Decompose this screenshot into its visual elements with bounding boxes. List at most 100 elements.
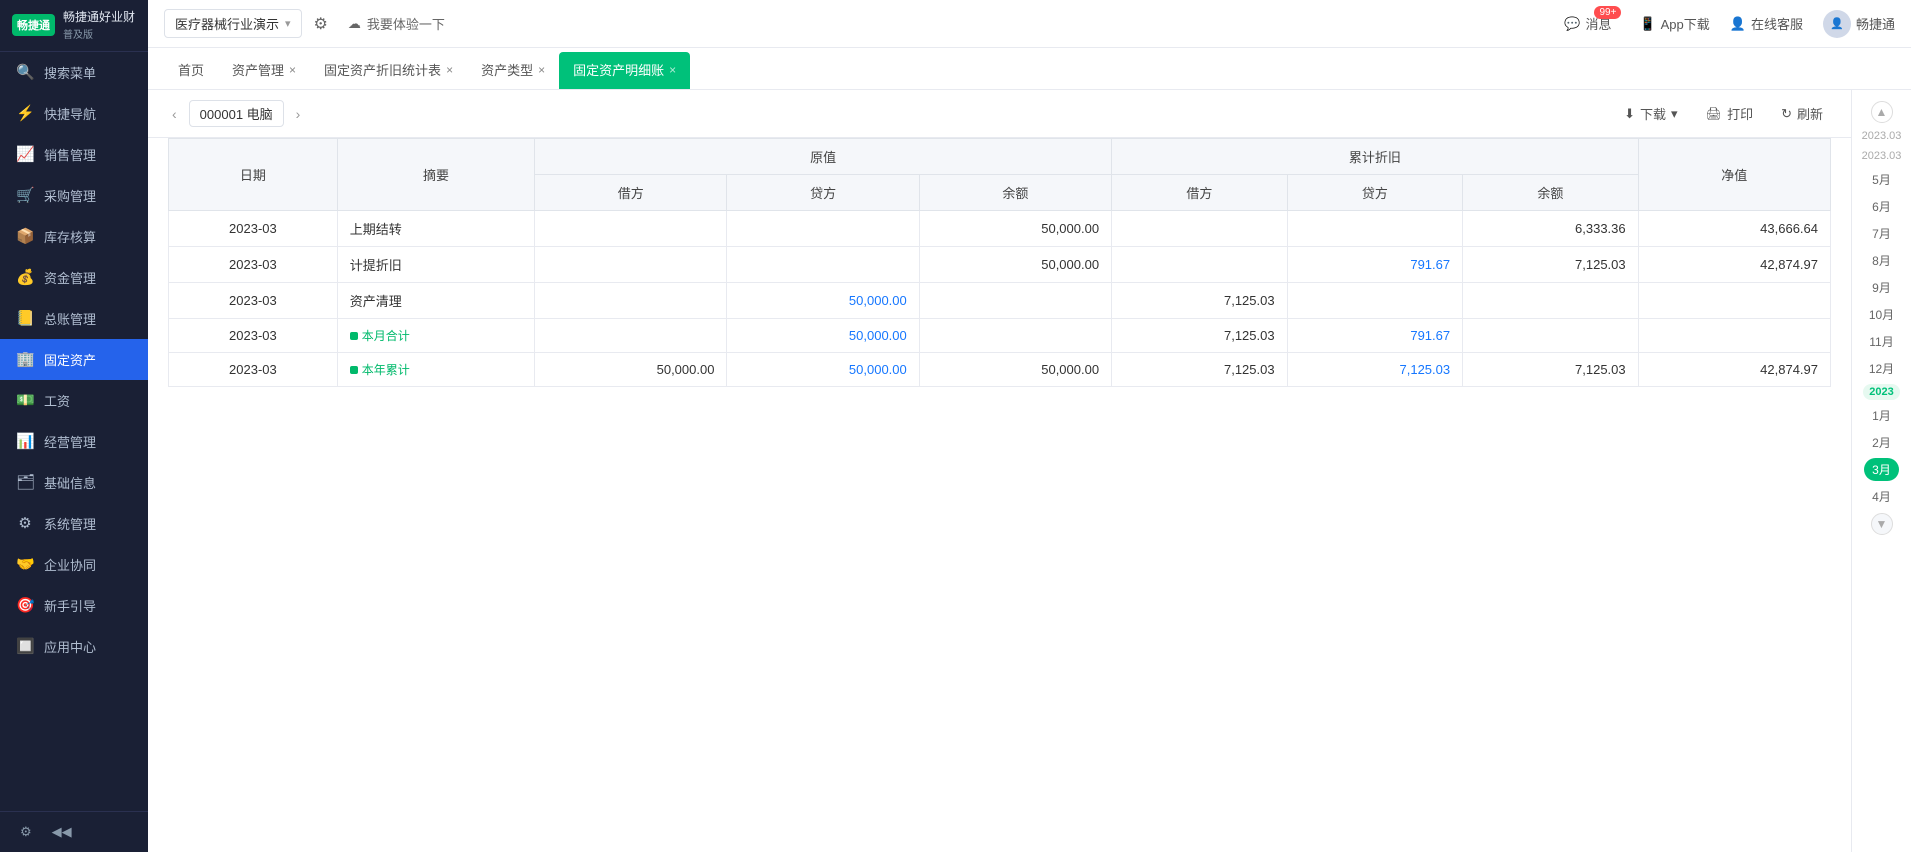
timeline-month-6月[interactable]: 6月 [1869, 193, 1894, 220]
timeline-month-5月[interactable]: 5月 [1869, 166, 1894, 193]
timeline-month-1月[interactable]: 1月 [1858, 402, 1905, 429]
sidebar-icon-fixed: 🏢 [16, 350, 34, 368]
cell-net-value: 43,666.64 [1638, 211, 1830, 247]
timeline-month-3月[interactable]: 3月 [1864, 458, 1899, 481]
sidebar-icon-apps: 🔲 [16, 637, 34, 655]
timeline-month-2月[interactable]: 2月 [1858, 429, 1905, 456]
sidebar-icon-search: 🔍 [16, 63, 34, 81]
table-container: 日期 摘要 原值 累计折旧 净值 借方 贷方 余额 借方 贷方 余额 [148, 138, 1851, 852]
sidebar-subtitle: 普及版 [63, 26, 135, 41]
cloud-icon: ☁ [348, 16, 361, 32]
settings-icon[interactable]: ⚙ [314, 14, 328, 34]
col-net-value: 净值 [1638, 139, 1830, 211]
tab-close-icon[interactable]: × [538, 63, 545, 77]
tab-label: 资产类型 [481, 60, 533, 79]
sidebar-label-inventory: 库存核算 [44, 227, 96, 246]
tab-固定资产折旧统计表[interactable]: 固定资产折旧统计表× [310, 52, 467, 89]
sidebar-item-purchase[interactable]: 🛒采购管理 [0, 175, 148, 216]
sidebar-icon-capital: 💰 [16, 268, 34, 286]
sidebar-item-sales[interactable]: 📈销售管理 [0, 134, 148, 175]
cell-ov-debit [535, 211, 727, 247]
timeline-month-12月[interactable]: 12月 [1869, 355, 1894, 382]
sidebar-item-fixed[interactable]: 🏢固定资产 [0, 339, 148, 380]
sidebar-item-basic[interactable]: 🗂基础信息 [0, 462, 148, 503]
tab-首页[interactable]: 首页 [164, 52, 218, 89]
tab-close-icon[interactable]: × [446, 63, 453, 77]
online-service-button[interactable]: 👤 在线客服 [1730, 14, 1803, 33]
sidebar-icon-guide: 🎯 [16, 596, 34, 614]
timeline-month-7月[interactable]: 7月 [1869, 220, 1894, 247]
sidebar-label-basic: 基础信息 [44, 473, 96, 492]
refresh-button[interactable]: ↻ 刷新 [1773, 100, 1831, 127]
cell-ad-credit [1287, 211, 1463, 247]
settings-icon[interactable]: ⚙ [12, 820, 40, 844]
user-profile[interactable]: 👤 畅捷通 [1823, 10, 1895, 38]
tab-固定资产明细账[interactable]: 固定资产明细账 × [559, 52, 690, 89]
app-download-button[interactable]: 📱 App下载 [1639, 14, 1709, 33]
tab-close-icon[interactable]: × [289, 63, 296, 77]
cell-ad-debit [1112, 211, 1288, 247]
timeline-month-11月[interactable]: 11月 [1869, 328, 1894, 355]
sidebar-item-payroll[interactable]: 💵工资 [0, 380, 148, 421]
service-icon: 👤 [1730, 16, 1746, 32]
cell-date: 2023-03 [169, 353, 338, 387]
timeline-month-10月[interactable]: 10月 [1869, 301, 1894, 328]
sidebar-header: 畅捷通 畅捷通好业财 普及版 [0, 0, 148, 52]
timeline-month-4月[interactable]: 4月 [1858, 483, 1905, 510]
timeline-month-8月[interactable]: 8月 [1869, 247, 1894, 274]
company-selector[interactable]: 医疗器械行业演示 ▾ [164, 9, 302, 38]
cell-ad-balance [1463, 283, 1639, 319]
sidebar-bottom: ⚙ ◀◀ [0, 811, 148, 852]
messages-badge: 99+ [1594, 6, 1621, 19]
cell-ov-debit [535, 247, 727, 283]
print-button[interactable]: 🖨 打印 [1698, 100, 1762, 127]
cell-ov-credit [727, 247, 919, 283]
cell-ad-balance [1463, 319, 1639, 353]
timeline-up-button[interactable]: ▲ [1871, 101, 1893, 123]
timeline-down-button[interactable]: ▼ [1871, 513, 1893, 535]
cell-ad-debit: 7,125.03 [1112, 353, 1288, 387]
sidebar-item-quicknav[interactable]: ⚡快捷导航 [0, 93, 148, 134]
cell-ov-credit: 50,000.00 [727, 319, 919, 353]
experience-button[interactable]: ☁ 我要体验一下 [340, 10, 453, 37]
collapse-icon[interactable]: ◀◀ [44, 820, 80, 844]
table-row: 2023-03资产清理50,000.007,125.03 [169, 283, 1831, 319]
experience-label: 我要体验一下 [367, 14, 445, 33]
next-asset-button[interactable]: › [292, 104, 305, 124]
sidebar-item-system[interactable]: ⚙系统管理 [0, 503, 148, 544]
sidebar-item-operation[interactable]: 📊经营管理 [0, 421, 148, 462]
prev-asset-button[interactable]: ‹ [168, 104, 181, 124]
refresh-label: 刷新 [1797, 104, 1823, 123]
tab-close-icon[interactable]: × [669, 63, 676, 77]
sidebar-label-sales: 销售管理 [44, 145, 96, 164]
cell-ad-balance: 6,333.36 [1463, 211, 1639, 247]
sidebar-item-capital[interactable]: 💰资金管理 [0, 257, 148, 298]
tab-资产管理[interactable]: 资产管理× [218, 52, 310, 89]
sidebar-item-search[interactable]: 🔍搜索菜单 [0, 52, 148, 93]
sidebar-label-quicknav: 快捷导航 [44, 104, 96, 123]
col-ov-credit: 贷方 [727, 175, 919, 211]
message-icon: 💬 [1564, 16, 1580, 32]
sidebar-item-inventory[interactable]: 📦库存核算 [0, 216, 148, 257]
main-area: 医疗器械行业演示 ▾ ⚙ ☁ 我要体验一下 💬 消息 99+ 📱 App下载 👤… [148, 0, 1911, 852]
col-ov-debit: 借方 [535, 175, 727, 211]
table-row: 2023-03本月合计50,000.007,125.03791.67 [169, 319, 1831, 353]
sidebar-item-guide[interactable]: 🎯新手引导 [0, 585, 148, 626]
cell-net-value: 42,874.97 [1638, 247, 1830, 283]
cell-ad-debit: 7,125.03 [1112, 319, 1288, 353]
timeline-panel: ▲ 2023.03 2023.03 5月6月7月8月9月10月11月12月 20… [1851, 90, 1911, 852]
col-ad-credit: 贷方 [1287, 175, 1463, 211]
content-area: ‹ 000001 电脑 › ⬇ 下载 ▾ 🖨 打印 ↻ [148, 90, 1911, 852]
timeline-month-9月[interactable]: 9月 [1869, 274, 1894, 301]
print-label: 打印 [1727, 104, 1753, 123]
col-accumulated-dep: 累计折旧 [1112, 139, 1639, 175]
tab-label: 固定资产明细账 [573, 60, 664, 79]
sidebar-item-collab[interactable]: 🤝企业协同 [0, 544, 148, 585]
tab-资产类型[interactable]: 资产类型 × [467, 52, 559, 89]
cell-summary: 本年累计 [337, 353, 534, 387]
sidebar-item-ledger[interactable]: 📒总账管理 [0, 298, 148, 339]
cell-summary: 计提折旧 [337, 247, 534, 283]
download-button[interactable]: ⬇ 下载 ▾ [1616, 100, 1685, 127]
sidebar-item-apps[interactable]: 🔲应用中心 [0, 626, 148, 667]
messages-button[interactable]: 💬 消息 99+ [1564, 14, 1611, 33]
